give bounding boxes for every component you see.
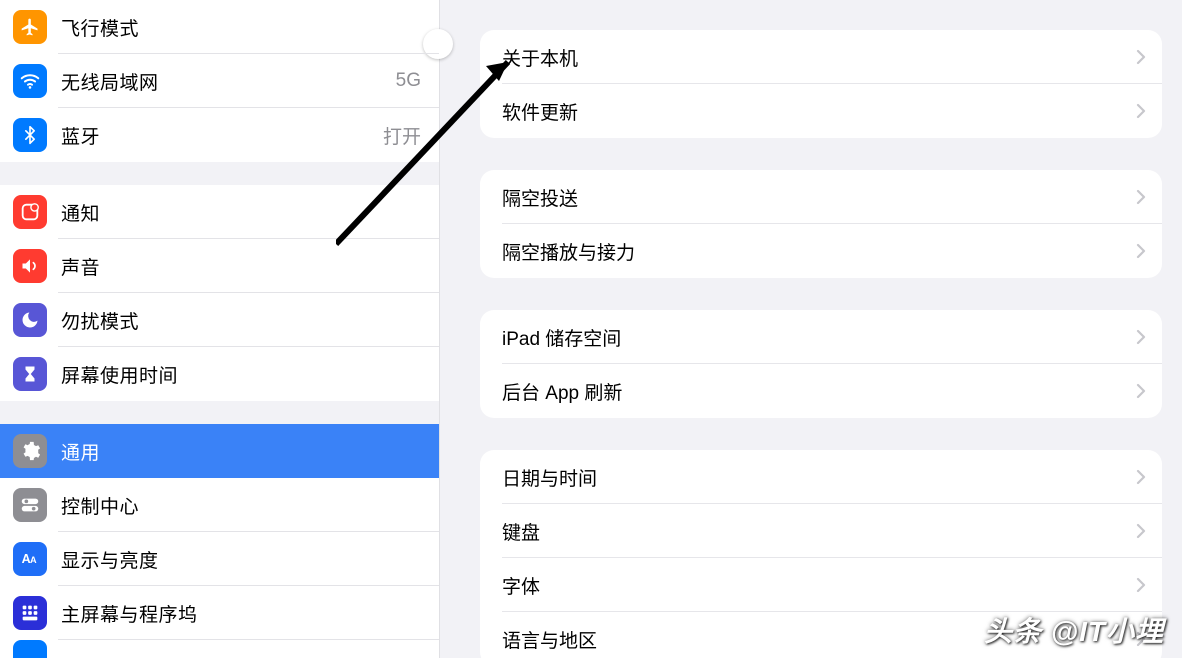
chevron-right-icon xyxy=(1136,49,1146,65)
dnd-label: 勿扰模式 xyxy=(61,307,139,334)
detail-item-datetime[interactable]: 日期与时间 xyxy=(480,450,1162,504)
settings-sidebar: 飞行模式 无线局域网 5G 蓝牙 打开 xyxy=(0,0,440,658)
detail-item-airdrop[interactable]: 隔空投送 xyxy=(480,170,1162,224)
handoff-label: 隔空播放与接力 xyxy=(502,238,635,265)
lang-label: 语言与地区 xyxy=(502,626,597,653)
sidebar-item-bluetooth[interactable]: 蓝牙 打开 xyxy=(0,108,439,162)
sidebar-item-general[interactable]: 通用 xyxy=(0,424,439,478)
general-label: 通用 xyxy=(61,438,100,465)
detail-item-about[interactable]: 关于本机 xyxy=(480,30,1162,84)
sounds-icon xyxy=(13,249,47,283)
sidebar-item-notifications[interactable]: 通知 xyxy=(0,185,439,239)
keyboard-label: 键盘 xyxy=(502,518,540,545)
partial-icon xyxy=(13,640,47,658)
card-storage-bgapp: iPad 储存空间 后台 App 刷新 xyxy=(480,310,1162,418)
chevron-right-icon xyxy=(1136,469,1146,485)
homescreen-label: 主屏幕与程序坞 xyxy=(61,600,198,627)
chevron-right-icon xyxy=(1136,523,1146,539)
sidebar-group-system: 通用 控制中心 AA 显示与亮度 主屏幕与 xyxy=(0,424,439,658)
card-about-update: 关于本机 软件更新 xyxy=(480,30,1162,138)
chevron-right-icon xyxy=(1136,189,1146,205)
storage-label: iPad 储存空间 xyxy=(502,324,621,351)
detail-item-storage[interactable]: iPad 储存空间 xyxy=(480,310,1162,364)
detail-item-background-app-refresh[interactable]: 后台 App 刷新 xyxy=(480,364,1162,418)
moon-icon xyxy=(13,303,47,337)
airdrop-label: 隔空投送 xyxy=(502,184,578,211)
airplane-icon xyxy=(13,10,47,44)
bluetooth-icon xyxy=(13,118,47,152)
text-size-icon: AA xyxy=(13,542,47,576)
detail-item-software-update[interactable]: 软件更新 xyxy=(480,84,1162,138)
sidebar-item-wifi[interactable]: 无线局域网 5G xyxy=(0,54,439,108)
chevron-right-icon xyxy=(1136,383,1146,399)
about-label: 关于本机 xyxy=(502,44,578,71)
card-airdrop-handoff: 隔空投送 隔空播放与接力 xyxy=(480,170,1162,278)
watermark-text: 头条 @IT小埋 xyxy=(984,610,1164,650)
chevron-right-icon xyxy=(1136,577,1146,593)
wifi-label: 无线局域网 xyxy=(61,68,159,95)
sidebar-item-airplane[interactable]: 飞行模式 xyxy=(0,0,439,54)
svg-text:A: A xyxy=(30,555,37,565)
font-label: 字体 xyxy=(502,572,540,599)
control-center-label: 控制中心 xyxy=(61,492,139,519)
sidebar-group-alerts: 通知 声音 勿扰模式 屏幕使用时间 xyxy=(0,185,439,401)
app-grid-icon xyxy=(13,596,47,630)
sidebar-item-sounds[interactable]: 声音 xyxy=(0,239,439,293)
sidebar-item-control-center[interactable]: 控制中心 xyxy=(0,478,439,532)
screentime-label: 屏幕使用时间 xyxy=(61,361,178,388)
sidebar-item-dnd[interactable]: 勿扰模式 xyxy=(0,293,439,347)
sidebar-group-connectivity: 飞行模式 无线局域网 5G 蓝牙 打开 xyxy=(0,0,439,162)
notifications-label: 通知 xyxy=(61,199,100,226)
detail-item-font[interactable]: 字体 xyxy=(480,558,1162,612)
sidebar-item-next-partial[interactable] xyxy=(0,640,439,658)
toggles-icon xyxy=(13,488,47,522)
update-label: 软件更新 xyxy=(502,98,578,125)
general-detail-pane: 关于本机 软件更新 隔空投送 隔空播 xyxy=(440,0,1182,658)
sidebar-item-screentime[interactable]: 屏幕使用时间 xyxy=(0,347,439,401)
sounds-label: 声音 xyxy=(61,253,100,280)
display-label: 显示与亮度 xyxy=(61,546,159,573)
chevron-right-icon xyxy=(1136,243,1146,259)
sidebar-item-homescreen[interactable]: 主屏幕与程序坞 xyxy=(0,586,439,640)
airplane-label: 飞行模式 xyxy=(61,14,139,41)
chevron-right-icon xyxy=(1136,103,1146,119)
hourglass-icon xyxy=(13,357,47,391)
bgapp-label: 后台 App 刷新 xyxy=(502,378,622,405)
bluetooth-value: 打开 xyxy=(383,122,421,149)
bluetooth-label: 蓝牙 xyxy=(61,122,100,149)
wifi-icon xyxy=(13,64,47,98)
wifi-value: 5G xyxy=(396,70,421,92)
datetime-label: 日期与时间 xyxy=(502,464,597,491)
notifications-icon xyxy=(13,195,47,229)
gear-icon xyxy=(13,434,47,468)
chevron-right-icon xyxy=(1136,329,1146,345)
detail-item-keyboard[interactable]: 键盘 xyxy=(480,504,1162,558)
detail-item-airplay-handoff[interactable]: 隔空播放与接力 xyxy=(480,224,1162,278)
sidebar-item-display[interactable]: AA 显示与亮度 xyxy=(0,532,439,586)
